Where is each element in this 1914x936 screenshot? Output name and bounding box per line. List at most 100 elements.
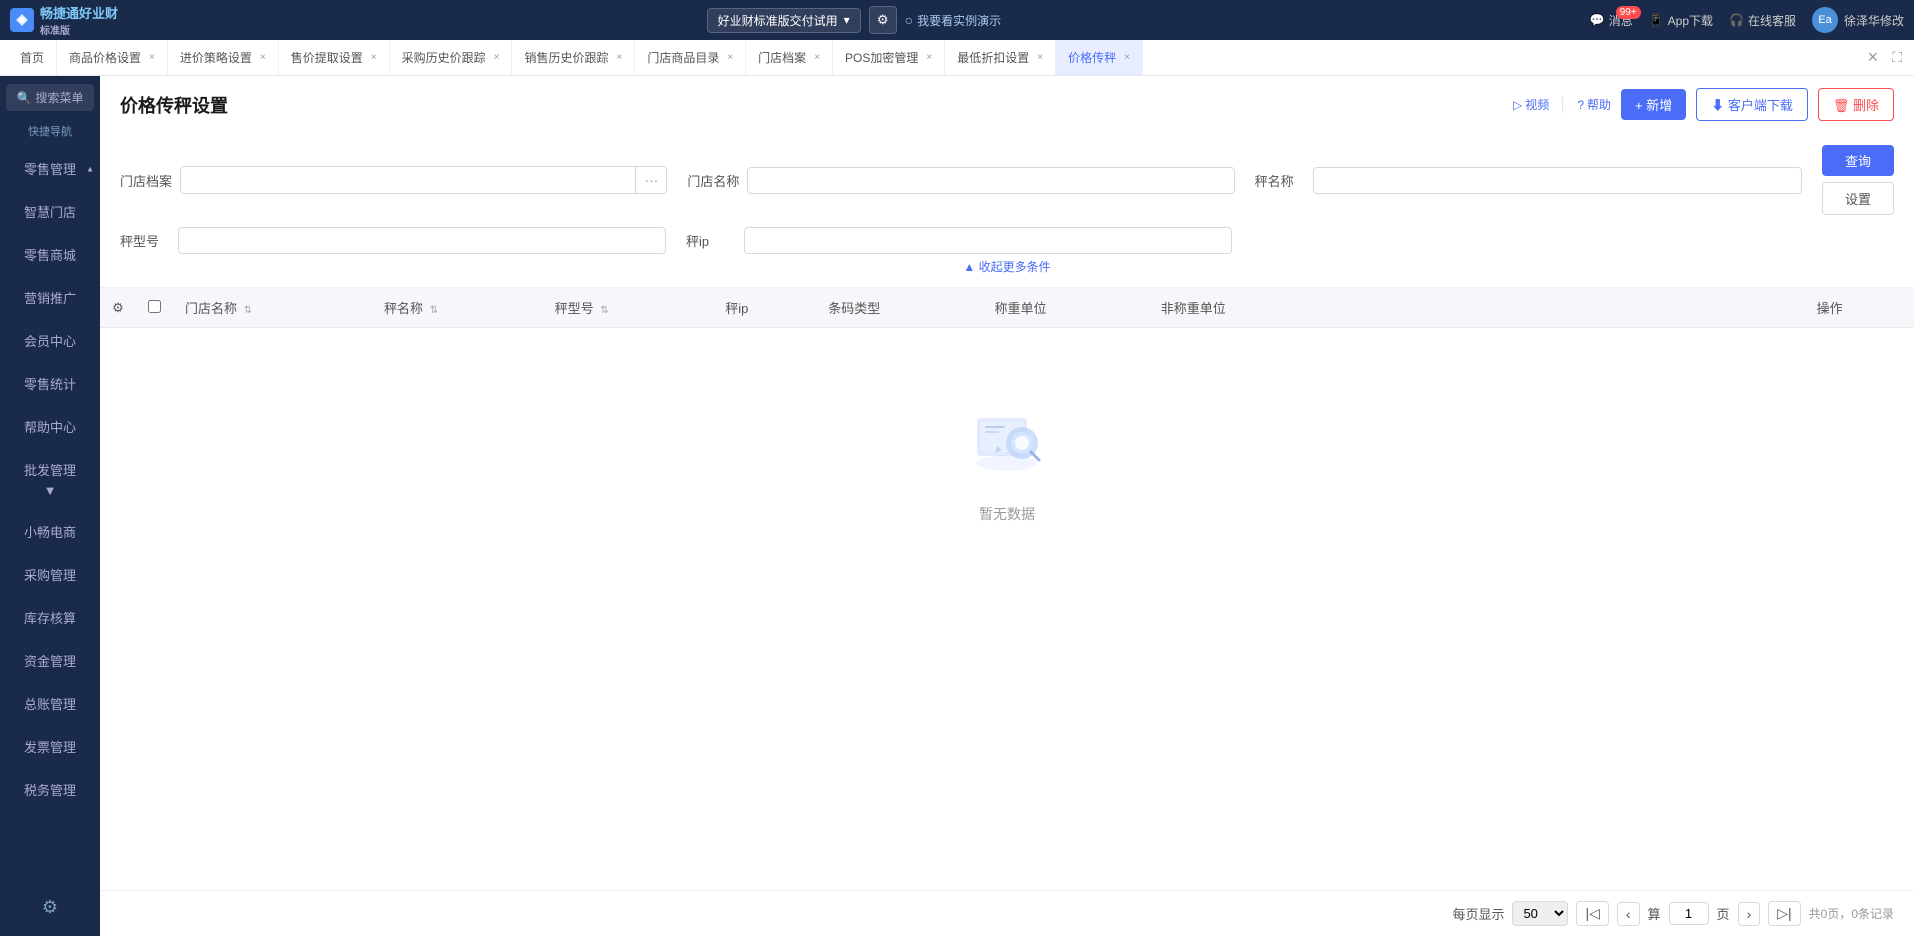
tab-goods-price[interactable]: 商品价格设置 × xyxy=(57,40,168,76)
version-selector[interactable]: 好业财标准版交付试用 ▾ xyxy=(707,8,861,33)
query-button[interactable]: 查询 xyxy=(1822,145,1894,176)
store-archive-input-wrapper: ··· xyxy=(180,166,667,194)
sidebar-item-tax[interactable]: 税务管理 xyxy=(0,768,100,811)
close-icon[interactable]: × xyxy=(371,52,377,63)
tab-bar: 首页 商品价格设置 × 进价策略设置 × 售价提取设置 × 采购历史价跟踪 × … xyxy=(0,40,1914,76)
download-button[interactable]: ⬇ 客户端下载 xyxy=(1696,88,1808,121)
table-col-barcode-type: 条码类型 xyxy=(816,288,982,328)
per-page-label: 每页显示 xyxy=(1452,904,1504,923)
close-icon[interactable]: × xyxy=(727,52,733,63)
table-col-scale-model: 秤型号 ⇅ xyxy=(543,288,714,328)
sidebar-quick-nav[interactable]: 快捷导航 xyxy=(0,119,100,147)
sidebar-item-marketing[interactable]: 营销推广 xyxy=(0,276,100,319)
table-header: ⚙ 门店名称 ⇅ 秤名称 ⇅ 秤型号 xyxy=(100,288,1914,328)
close-icon[interactable]: × xyxy=(616,52,622,63)
close-icon[interactable]: × xyxy=(926,52,932,63)
user-menu[interactable]: Ea 徐泽华修改 xyxy=(1812,7,1904,33)
online-service-item[interactable]: 🎧 在线客服 xyxy=(1729,12,1796,29)
store-name-label: 门店名称 xyxy=(687,171,739,190)
tab-home[interactable]: 首页 xyxy=(8,40,57,76)
tab-store-catalog[interactable]: 门店商品目录 × xyxy=(635,40,746,76)
sidebar-item-smart-store[interactable]: 智慧门店 xyxy=(0,190,100,233)
messages-item[interactable]: 💬 消息 99+ xyxy=(1590,12,1633,29)
scale-ip-input[interactable] xyxy=(744,227,1232,254)
divider: │ xyxy=(1559,97,1567,112)
close-icon[interactable]: × xyxy=(814,52,820,63)
store-archive-more-icon[interactable]: ··· xyxy=(635,167,666,193)
sidebar-item-help[interactable]: 帮助中心 xyxy=(0,405,100,448)
sort-icon[interactable]: ⇅ xyxy=(244,305,252,316)
pagination-bar: 每页显示 10 20 50 100 |◁ ‹ 算 页 › ▷| 共0页，0条记录 xyxy=(100,890,1914,936)
close-icon[interactable]: × xyxy=(1037,52,1043,63)
close-icon[interactable]: × xyxy=(260,52,266,63)
top-bar-center: 好业财标准版交付试用 ▾ ⚙ ○ 我要看实例演示 xyxy=(707,6,1002,34)
tab-purchase-strategy[interactable]: 进价策略设置 × xyxy=(168,40,279,76)
table-col-settings[interactable]: ⚙ xyxy=(100,288,136,328)
sidebar-settings-icon[interactable]: ⚙ xyxy=(0,889,100,926)
tab-purchase-history[interactable]: 采购历史价跟踪 × xyxy=(390,40,513,76)
tab-sale-history[interactable]: 销售历史价跟踪 × xyxy=(512,40,635,76)
sidebar-item-invoice[interactable]: 发票管理 xyxy=(0,725,100,768)
sidebar-item-retail-management[interactable]: 零售管理 xyxy=(0,147,100,190)
delete-button[interactable]: 🗑 删除 xyxy=(1818,88,1894,121)
sidebar-item-finance[interactable]: 资金管理 xyxy=(0,639,100,682)
page-number-input[interactable] xyxy=(1669,902,1709,925)
video-link[interactable]: ▷ 视频 xyxy=(1513,96,1549,113)
sidebar-item-member-center[interactable]: 会员中心 xyxy=(0,319,100,362)
next-page-button[interactable]: › xyxy=(1738,902,1761,926)
sort-icon[interactable]: ⇅ xyxy=(430,305,438,316)
data-table: ⚙ 门店名称 ⇅ 秤名称 ⇅ 秤型号 xyxy=(100,288,1914,584)
sidebar-item-ledger[interactable]: 总账管理 xyxy=(0,682,100,725)
sidebar-item-purchase[interactable]: 采购管理 xyxy=(0,553,100,596)
filter-scale-model: 秤型号 xyxy=(120,227,666,254)
sidebar-search-area: 🔍 搜索菜单 xyxy=(0,76,100,119)
sidebar-item-ecommerce[interactable]: 小畅电商 xyxy=(0,510,100,553)
sidebar-item-inventory[interactable]: 库存核算 xyxy=(0,596,100,639)
table-col-action: 操作 xyxy=(1805,288,1914,328)
tab-home-label: 首页 xyxy=(20,49,44,66)
table-col-weight-unit: 称重单位 xyxy=(982,288,1148,328)
search-menu-button[interactable]: 🔍 搜索菜单 xyxy=(6,84,94,111)
filter-scale-name: 秤名称 xyxy=(1255,167,1802,194)
app-logo: 畅捷通好业财 标准版 xyxy=(10,3,118,37)
sort-icon[interactable]: ⇅ xyxy=(600,305,608,316)
prev-page-button[interactable]: ‹ xyxy=(1617,902,1640,926)
sidebar-item-retail-mall[interactable]: 零售商城 xyxy=(0,233,100,276)
top-bar: 畅捷通好业财 标准版 好业财标准版交付试用 ▾ ⚙ ○ 我要看实例演示 💬 消息… xyxy=(0,0,1914,40)
filter-store-archive: 门店档案 ··· xyxy=(120,166,667,194)
table-body: 暂无数据 xyxy=(100,328,1914,585)
close-icon[interactable]: × xyxy=(1124,52,1130,63)
tab-pos-management[interactable]: POS加密管理 × xyxy=(833,40,945,76)
close-all-tabs-icon[interactable]: × xyxy=(1862,47,1885,68)
demo-button[interactable]: ○ 我要看实例演示 xyxy=(905,12,1001,29)
scale-name-input[interactable] xyxy=(1313,167,1802,194)
tab-sale-price[interactable]: 售价提取设置 × xyxy=(279,40,390,76)
help-link[interactable]: ? 帮助 xyxy=(1577,96,1611,113)
store-archive-input[interactable] xyxy=(181,168,635,193)
close-icon[interactable]: × xyxy=(494,52,500,63)
settings-button[interactable]: 设置 xyxy=(1822,182,1894,215)
tab-min-discount[interactable]: 最低折扣设置 × xyxy=(945,40,1056,76)
per-page-select[interactable]: 10 20 50 100 xyxy=(1512,901,1568,926)
add-button[interactable]: + 新增 xyxy=(1621,89,1686,120)
sidebar-item-retail-stats[interactable]: 零售统计 xyxy=(0,362,100,405)
app-download-item[interactable]: 📱 App下载 xyxy=(1649,12,1713,29)
table-col-store-name: 门店名称 ⇅ xyxy=(173,288,372,328)
tab-store-archive[interactable]: 门店档案 × xyxy=(746,40,833,76)
scale-model-input[interactable] xyxy=(178,227,666,254)
collapse-button[interactable]: ▲ 收起更多条件 xyxy=(120,258,1894,275)
store-name-input[interactable] xyxy=(747,167,1234,194)
filter-area: 门店档案 ··· 门店名称 秤名称 查询 设置 xyxy=(100,133,1914,288)
sidebar-item-wholesale[interactable]: 批发管理 xyxy=(0,448,100,510)
select-all-checkbox[interactable] xyxy=(148,300,161,313)
table-col-checkbox[interactable] xyxy=(136,288,173,328)
close-icon[interactable]: × xyxy=(149,52,155,63)
empty-state: 暂无数据 xyxy=(100,328,1914,584)
first-page-button[interactable]: |◁ xyxy=(1576,901,1608,926)
total-info: 共0页，0条记录 xyxy=(1809,905,1894,922)
last-page-button[interactable]: ▷| xyxy=(1768,901,1800,926)
version-settings-icon[interactable]: ⚙ xyxy=(869,6,897,34)
expand-tabs-icon[interactable]: ⛶ xyxy=(1888,49,1906,66)
empty-text: 暂无数据 xyxy=(979,504,1035,524)
tab-price-scale[interactable]: 价格传秤 × xyxy=(1056,40,1143,76)
